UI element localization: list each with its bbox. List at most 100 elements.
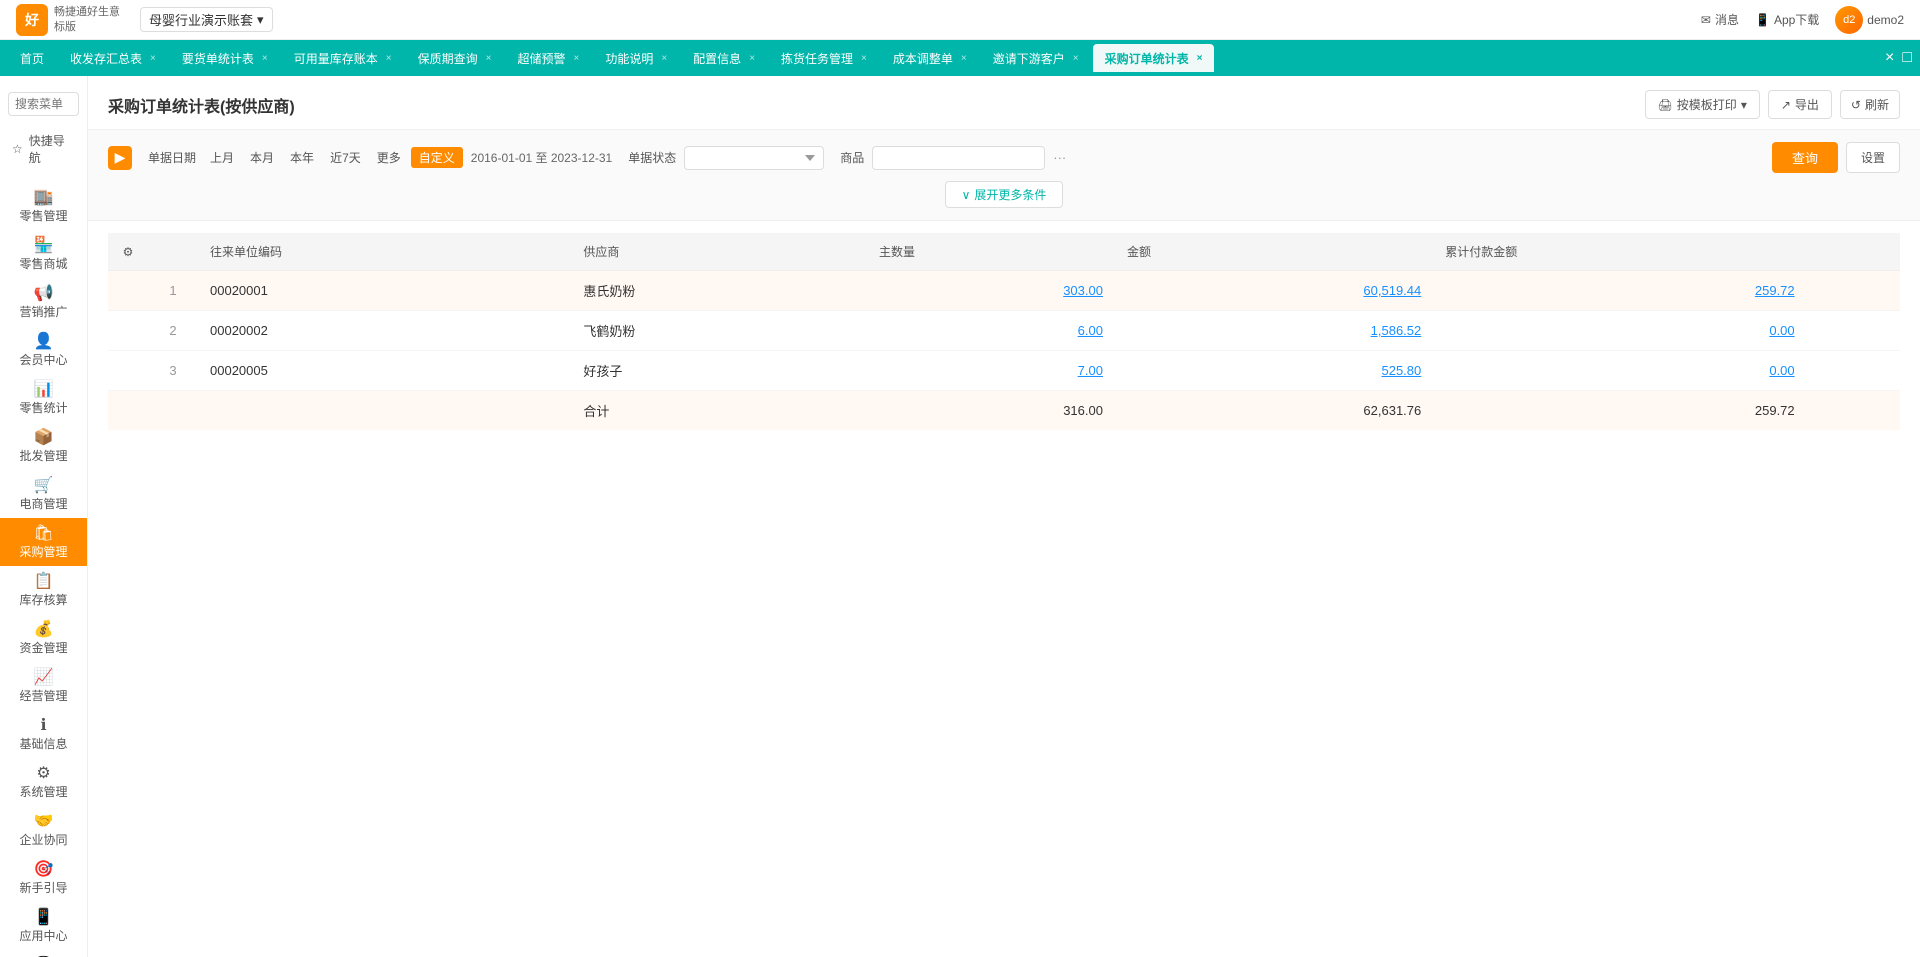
sidebar-item-pifaguanl[interactable]: 📦 批发管理 bbox=[0, 422, 87, 470]
status-label: 单据状态 bbox=[628, 149, 676, 166]
query-btn[interactable]: 查询 bbox=[1772, 142, 1838, 173]
tab-yaoqing[interactable]: 邀请下游客户 × bbox=[981, 44, 1091, 72]
expand-icon: ∨ bbox=[962, 188, 971, 202]
collab-icon: 🤝 bbox=[34, 811, 54, 831]
tab-baozhouqi[interactable]: 保质期查询 × bbox=[406, 44, 504, 72]
wholesale-icon: 📦 bbox=[34, 427, 54, 447]
tab-chengben[interactable]: 成本调整单 × bbox=[881, 44, 979, 72]
refresh-btn[interactable]: ↺ 刷新 bbox=[1840, 90, 1900, 119]
chart-icon: 📊 bbox=[34, 379, 54, 399]
gear-icon[interactable]: ⚙ bbox=[123, 245, 134, 259]
message-btn[interactable]: ✉ 消息 bbox=[1701, 11, 1739, 28]
main-content: 采购订单统计表(按供应商) 🖨 按模板打印 ▾ ↗ 导出 ↺ 刷新 bbox=[88, 76, 1920, 957]
filter-toggle-btn[interactable]: ▶ bbox=[108, 146, 132, 170]
tab-tuohuo[interactable]: 拣货任务管理 × bbox=[769, 44, 879, 72]
tab-yaohuodanju[interactable]: 要货单统计表 × bbox=[170, 44, 280, 72]
date-custom-btn[interactable]: 自定义 bbox=[411, 147, 463, 168]
footer-gear bbox=[108, 391, 148, 431]
expand-more-btn[interactable]: ∨ 展开更多条件 bbox=[945, 181, 1064, 208]
expand-tab-btn[interactable]: □ bbox=[1902, 49, 1912, 67]
tab-peizhi[interactable]: 配置信息 × bbox=[681, 44, 767, 72]
filter-area: ▶ 单据日期 上月 本月 本年 近7天 更多 自定义 2016-01-01 至 … bbox=[88, 130, 1920, 221]
sidebar-item-jingying[interactable]: 📈 经营管理 bbox=[0, 662, 87, 710]
tab-close-icon[interactable]: × bbox=[961, 53, 967, 64]
status-select[interactable] bbox=[684, 146, 824, 170]
sidebar-item-kucunhe[interactable]: 📋 库存核算 bbox=[0, 566, 87, 614]
avatar-icon: d2 bbox=[1835, 6, 1863, 34]
tab-close-icon[interactable]: × bbox=[1073, 53, 1079, 64]
sidebar-item-lingshous[interactable]: 🏪 零售商城 bbox=[0, 230, 87, 278]
sidebar-item-caigou[interactable]: 🛍 采购管理 bbox=[0, 518, 87, 566]
filter-row: ▶ 单据日期 上月 本月 本年 近7天 更多 自定义 2016-01-01 至 … bbox=[108, 142, 1900, 173]
row-gear bbox=[108, 311, 148, 351]
sidebar-item-qiyewx[interactable]: 💬 企业微信 bbox=[0, 950, 87, 957]
sidebar-item-yingxiao[interactable]: 📢 营销推广 bbox=[0, 278, 87, 326]
col-index bbox=[148, 233, 198, 271]
row-paid: 259.72 bbox=[1433, 271, 1806, 311]
promo-icon: 📢 bbox=[34, 283, 54, 303]
table-row: 3 00020005 好孩子 7.00 525.80 0.00 bbox=[108, 351, 1900, 391]
finance-icon: 💰 bbox=[34, 619, 54, 639]
close-all-tabs-btn[interactable]: × bbox=[1885, 49, 1894, 67]
user-avatar[interactable]: d2 demo2 bbox=[1835, 6, 1904, 34]
print-btn[interactable]: 🖨 按模板打印 ▾ bbox=[1645, 90, 1760, 119]
date-btn-thismonth[interactable]: 本月 bbox=[244, 147, 280, 168]
sidebar-item-lingshoutj[interactable]: 📊 零售统计 bbox=[0, 374, 87, 422]
row-index: 3 bbox=[148, 351, 198, 391]
col-extra bbox=[1807, 233, 1900, 271]
tab-caigou[interactable]: 采购订单统计表 × bbox=[1093, 44, 1215, 72]
row-amount: 60,519.44 bbox=[1115, 271, 1433, 311]
date-btn-thisyear[interactable]: 本年 bbox=[284, 147, 320, 168]
tab-close-icon[interactable]: × bbox=[661, 53, 667, 64]
account-selector[interactable]: 母婴行业演示账套 ▾ bbox=[140, 7, 273, 32]
tab-keyongliang[interactable]: 可用量库存账本 × bbox=[282, 44, 404, 72]
page-actions: 🖨 按模板打印 ▾ ↗ 导出 ↺ 刷新 bbox=[1645, 90, 1900, 119]
search-input[interactable] bbox=[8, 92, 79, 116]
tab-close-icon[interactable]: × bbox=[150, 53, 156, 64]
inventory-icon: 📋 bbox=[34, 571, 54, 591]
sidebar-item-zijin[interactable]: 💰 资金管理 bbox=[0, 614, 87, 662]
tab-close-active-icon[interactable]: × bbox=[1197, 53, 1203, 64]
goods-more-icon[interactable]: ··· bbox=[1053, 150, 1066, 165]
row-gear bbox=[108, 351, 148, 391]
row-supplier: 飞鹤奶粉 bbox=[571, 311, 867, 351]
top-bar-right: ✉ 消息 📱 App下载 d2 demo2 bbox=[1701, 6, 1904, 34]
tab-close-icon[interactable]: × bbox=[861, 53, 867, 64]
sidebar-item-jichu[interactable]: ℹ 基础信息 bbox=[0, 710, 87, 758]
sidebar-item-xitong[interactable]: ⚙ 系统管理 bbox=[0, 758, 87, 806]
sidebar-item-yingyong[interactable]: 📱 应用中心 bbox=[0, 902, 87, 950]
sidebar-item-quick-nav[interactable]: ☆ 快捷导航 bbox=[0, 124, 87, 174]
tab-close-icon[interactable]: × bbox=[486, 53, 492, 64]
date-btn-7days[interactable]: 近7天 bbox=[324, 147, 367, 168]
row-index: 1 bbox=[148, 271, 198, 311]
sidebar-item-dianguan[interactable]: 🛒 电商管理 bbox=[0, 470, 87, 518]
table-row: 2 00020002 飞鹤奶粉 6.00 1,586.52 0.00 bbox=[108, 311, 1900, 351]
footer-label bbox=[198, 391, 571, 431]
tab-chaochuyujing[interactable]: 超储预警 × bbox=[505, 44, 591, 72]
sidebar: ☆ 快捷导航 🏬 零售管理 🏪 零售商城 📢 营销推广 👤 会员中心 📊 零售统… bbox=[0, 76, 88, 957]
tab-home[interactable]: 首页 bbox=[8, 44, 56, 72]
tab-shoufacun[interactable]: 收发存汇总表 × bbox=[58, 44, 168, 72]
date-btn-lastmonth[interactable]: 上月 bbox=[204, 147, 240, 168]
nav-tab-end: × □ bbox=[1885, 49, 1912, 67]
row-paid: 0.00 bbox=[1433, 311, 1806, 351]
col-code: 往来单位编码 bbox=[198, 233, 571, 271]
sidebar-item-lingshouguan[interactable]: 🏬 零售管理 bbox=[0, 182, 87, 230]
settings-btn[interactable]: 设置 bbox=[1846, 142, 1900, 173]
chevron-down-icon: ▾ bbox=[257, 12, 264, 28]
tab-gongnengshuo[interactable]: 功能说明 × bbox=[593, 44, 679, 72]
tab-close-icon[interactable]: × bbox=[573, 53, 579, 64]
nav-tabs: 首页 收发存汇总表 × 要货单统计表 × 可用量库存账本 × 保质期查询 × 超… bbox=[0, 40, 1920, 76]
tab-close-icon[interactable]: × bbox=[749, 53, 755, 64]
sidebar-item-xinshou[interactable]: 🎯 新手引导 bbox=[0, 854, 87, 902]
app-download-btn[interactable]: 📱 App下载 bbox=[1755, 11, 1819, 28]
sidebar-item-qiyexietong[interactable]: 🤝 企业协同 bbox=[0, 806, 87, 854]
info-icon: ℹ bbox=[40, 715, 46, 735]
sidebar-item-huiyuan[interactable]: 👤 会员中心 bbox=[0, 326, 87, 374]
tab-close-icon[interactable]: × bbox=[262, 53, 268, 64]
export-btn[interactable]: ↗ 导出 bbox=[1768, 90, 1832, 119]
date-label: 单据日期 bbox=[148, 149, 196, 166]
goods-input[interactable] bbox=[872, 146, 1045, 170]
tab-close-icon[interactable]: × bbox=[386, 53, 392, 64]
date-btn-more[interactable]: 更多 bbox=[371, 147, 407, 168]
